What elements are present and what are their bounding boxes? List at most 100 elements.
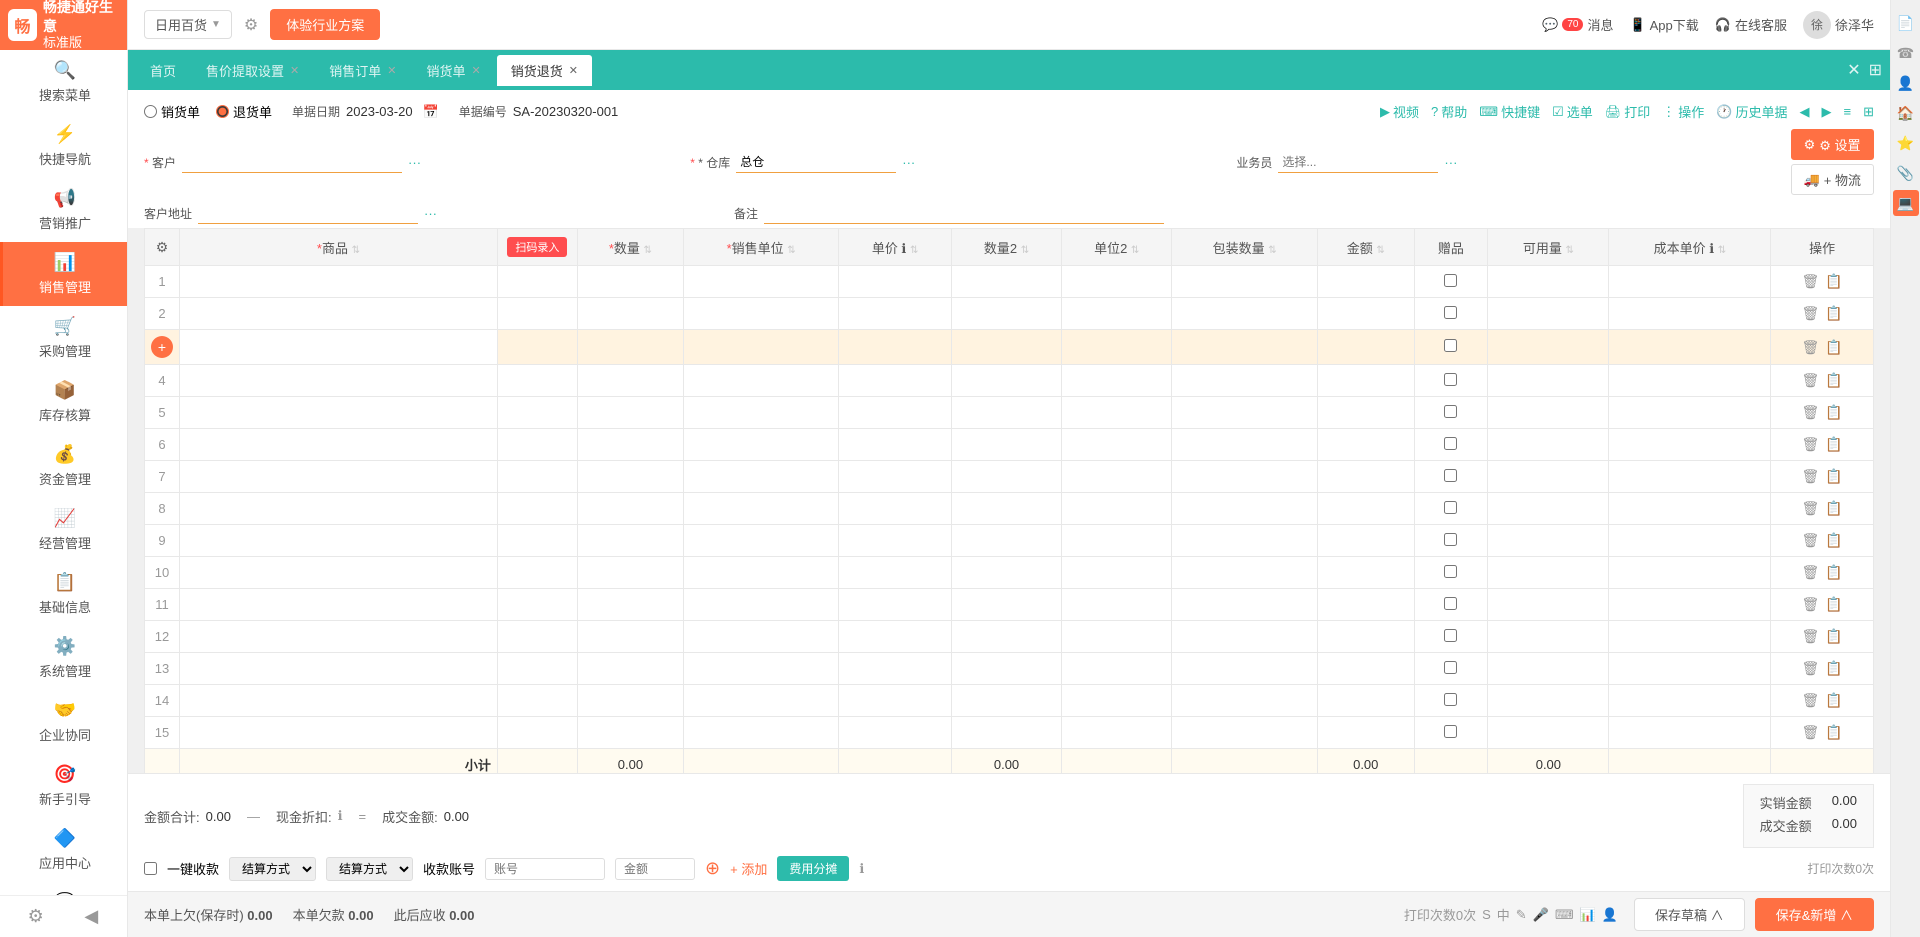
tool-icon-1[interactable]: S <box>1482 907 1491 922</box>
unit2-cell[interactable] <box>1062 266 1172 298</box>
app-download-btn[interactable]: 📱 App下载 <box>1629 15 1698 34</box>
collapse-footer-btn[interactable]: ◀ <box>66 906 118 927</box>
calc-method-select[interactable]: 结算方式 <box>326 857 413 881</box>
product-cell[interactable] <box>180 266 498 298</box>
delete-icon[interactable]: 🗑 <box>1802 628 1820 645</box>
copy-icon[interactable]: 📋 <box>1825 660 1842 677</box>
amount-cell[interactable] <box>1318 266 1415 298</box>
cost-cell[interactable] <box>1609 266 1771 298</box>
qty2-cell[interactable] <box>951 266 1061 298</box>
copy-icon[interactable]: 📋 <box>1825 628 1842 645</box>
sidebar-item-sales[interactable]: 📊 销售管理 <box>0 242 127 306</box>
copy-icon[interactable]: 📋 <box>1825 564 1842 581</box>
copy-icon[interactable]: 📋 <box>1825 468 1842 485</box>
discount-help-icon[interactable]: ℹ <box>338 808 343 824</box>
radio-sales-delivery[interactable]: 销货单 <box>144 102 200 121</box>
close-icon[interactable]: ✕ <box>387 64 396 77</box>
delete-icon[interactable]: 🗑 <box>1802 532 1820 549</box>
radio-sales-return[interactable]: 退货单 <box>216 102 272 121</box>
close-icon[interactable]: ✕ <box>569 64 578 77</box>
scan-input-btn[interactable]: 扫码录入 <box>507 237 567 257</box>
list-view-btn[interactable]: ≡ <box>1844 104 1852 119</box>
qty-cell[interactable] <box>577 266 683 298</box>
close-icon[interactable]: ✕ <box>290 64 299 77</box>
tab-price-settings[interactable]: 售价提取设置 ✕ <box>192 55 313 86</box>
salesperson-picker-icon[interactable]: ··· <box>1444 155 1457 170</box>
avail-sort-icon[interactable]: ⇅ <box>1566 245 1574 256</box>
shortcut-btn[interactable]: ⌨ 快捷键 <box>1479 102 1540 121</box>
tab-sales-return[interactable]: 销货退货 ✕ <box>497 55 592 86</box>
salesperson-input[interactable] <box>1278 152 1438 173</box>
avail-cell[interactable] <box>1488 266 1609 298</box>
print-btn[interactable]: 🖨 打印 <box>1605 102 1651 121</box>
unit2-sort-icon[interactable]: ⇅ <box>1131 245 1139 256</box>
sidebar-item-system[interactable]: ⚙️ 系统管理 <box>0 626 127 690</box>
user-profile-btn[interactable]: 徐 徐泽华 <box>1803 11 1874 39</box>
delete-icon[interactable]: 🗑 <box>1802 692 1820 709</box>
sidebar-item-search[interactable]: 🔍 搜索菜单 <box>0 50 127 114</box>
right-panel-icon-3[interactable]: 👤 <box>1893 70 1919 96</box>
sidebar-item-shortcut[interactable]: ⚡ 快捷导航 <box>0 114 127 178</box>
copy-icon[interactable]: 📋 <box>1825 500 1842 517</box>
expense-help-icon[interactable]: ℹ <box>859 861 864 877</box>
copy-icon[interactable]: 📋 <box>1825 724 1842 741</box>
sidebar-item-guide[interactable]: 🎯 新手引导 <box>0 754 127 818</box>
delete-icon[interactable]: 🗑 <box>1802 305 1820 322</box>
settings-icon[interactable]: ⚙ <box>244 15 258 35</box>
delete-icon[interactable]: 🗑 <box>1802 339 1820 356</box>
delete-icon[interactable]: 🗑 <box>1802 404 1820 421</box>
close-tab-icon[interactable]: ✕ <box>1847 60 1860 80</box>
video-btn[interactable]: ▶ 视频 <box>1380 102 1419 121</box>
gift-cell[interactable] <box>1414 266 1488 298</box>
gear-icon[interactable]: ⚙ <box>156 239 169 255</box>
right-panel-icon-1[interactable]: 📄 <box>1893 10 1919 36</box>
settlement-select[interactable]: 结算方式 <box>229 857 316 881</box>
address-picker-icon[interactable]: ··· <box>424 206 437 221</box>
delete-icon[interactable]: 🗑 <box>1802 372 1820 389</box>
copy-icon[interactable]: 📋 <box>1825 273 1842 290</box>
delete-icon[interactable]: 🗑 <box>1802 660 1820 677</box>
pkg-cell[interactable] <box>1172 266 1318 298</box>
logistics-btn[interactable]: 🚚 + 物流 <box>1791 164 1874 195</box>
delete-icon[interactable]: 🗑 <box>1802 468 1820 485</box>
delete-icon[interactable]: 🗑 <box>1802 273 1820 290</box>
copy-icon[interactable]: 📋 <box>1825 404 1842 421</box>
delete-icon[interactable]: 🗑 <box>1802 724 1820 741</box>
tool-icon-6[interactable]: 📊 <box>1580 907 1596 923</box>
price-cell[interactable] <box>839 266 952 298</box>
copy-icon[interactable]: 📋 <box>1825 305 1842 322</box>
one-click-checkbox[interactable] <box>144 862 157 875</box>
sidebar-item-purchase[interactable]: 🛒 采购管理 <box>0 306 127 370</box>
close-icon[interactable]: ✕ <box>472 64 481 77</box>
col-scan[interactable]: 扫码录入 <box>497 229 577 266</box>
unit-cell[interactable] <box>683 266 838 298</box>
sidebar-item-basic[interactable]: 📋 基础信息 <box>0 562 127 626</box>
sort-arrows-icon[interactable]: ⇅ <box>352 245 360 256</box>
sidebar-item-inventory[interactable]: 📦 库存核算 <box>0 370 127 434</box>
copy-icon[interactable]: 📋 <box>1825 339 1842 356</box>
sidebar-item-marketing[interactable]: 📢 营销推广 <box>0 178 127 242</box>
copy-icon[interactable]: 📋 <box>1825 596 1842 613</box>
tab-sales-order[interactable]: 销售订单 ✕ <box>315 55 410 86</box>
delete-icon[interactable]: 🗑 <box>1802 500 1820 517</box>
settings-footer-btn[interactable]: ⚙ <box>10 906 62 927</box>
tab-sales-delivery[interactable]: 销货单 ✕ <box>412 55 494 86</box>
tool-icon-3[interactable]: ✎ <box>1516 907 1527 923</box>
copy-icon[interactable]: 📋 <box>1825 692 1842 709</box>
copy-icon[interactable]: 📋 <box>1825 436 1842 453</box>
category-select[interactable]: 日用百货 ▼ <box>144 10 232 39</box>
price-sort-icon[interactable]: ⇅ <box>910 245 918 256</box>
experience-button[interactable]: 体验行业方案 <box>270 9 380 40</box>
qty-sort-icon[interactable]: ⇅ <box>644 245 652 256</box>
add-row-btn[interactable]: + <box>151 336 173 358</box>
select-btn[interactable]: ☑ 选单 <box>1552 102 1593 121</box>
tab-home[interactable]: 首页 <box>136 55 190 86</box>
next-record-btn[interactable]: ▶ <box>1822 104 1832 120</box>
expense-split-btn[interactable]: 费用分摊 <box>777 856 849 881</box>
tool-icon-2[interactable]: 中 <box>1497 905 1510 924</box>
sidebar-item-enterprise[interactable]: 🤝 企业协同 <box>0 690 127 754</box>
warehouse-input[interactable] <box>736 152 896 173</box>
online-service-btn[interactable]: 🎧 在线客服 <box>1715 15 1787 34</box>
qty2-sort-icon[interactable]: ⇅ <box>1021 245 1029 256</box>
prev-record-btn[interactable]: ◀ <box>1800 104 1810 120</box>
